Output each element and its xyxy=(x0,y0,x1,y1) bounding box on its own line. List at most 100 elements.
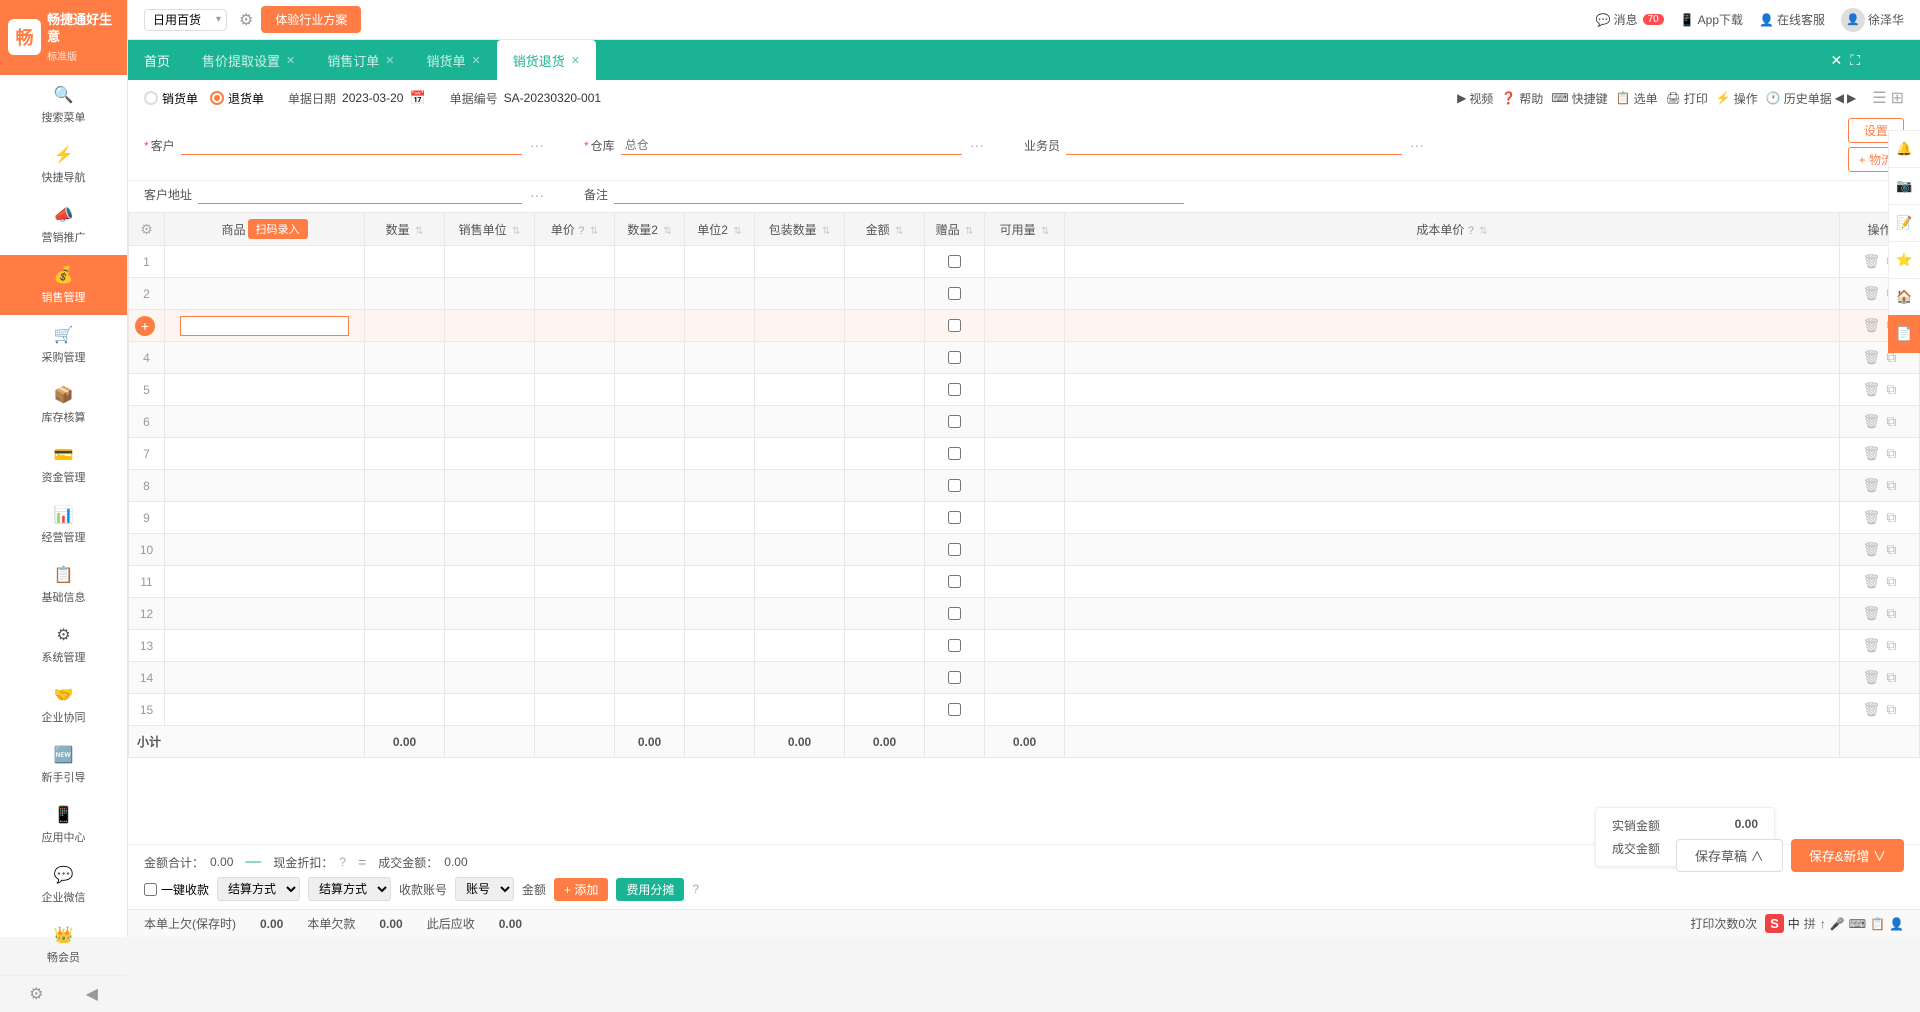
cell-quantity-8[interactable] xyxy=(365,470,445,502)
cell-unit2-3[interactable] xyxy=(685,310,755,342)
cell-pack-qty-12[interactable] xyxy=(755,598,845,630)
cell-pack-qty-10[interactable] xyxy=(755,534,845,566)
copy-icon-10[interactable]: ⧉ xyxy=(1886,541,1896,558)
cell-unit2-12[interactable] xyxy=(685,598,755,630)
amount-sort-icon[interactable]: ⇅ xyxy=(895,226,903,237)
cell-unit2-15[interactable] xyxy=(685,694,755,726)
cell-cost-price-11[interactable] xyxy=(1065,566,1840,598)
cell-unit-price-10[interactable] xyxy=(535,534,615,566)
cell-quantity-10[interactable] xyxy=(365,534,445,566)
cell-available-15[interactable] xyxy=(985,694,1065,726)
sidebar-item-guide[interactable]: 🆕新手引导 xyxy=(0,735,127,795)
doc-num-value[interactable]: SA-20230320-001 xyxy=(504,91,601,105)
cell-unit-price-8[interactable] xyxy=(535,470,615,502)
cell-unit2-10[interactable] xyxy=(685,534,755,566)
cell-gift-7[interactable] xyxy=(925,438,985,470)
calendar-icon[interactable]: 📅 xyxy=(409,90,425,106)
copy-icon-5[interactable]: ⧉ xyxy=(1886,381,1896,398)
cell-amount-4[interactable] xyxy=(845,342,925,374)
copy-icon-13[interactable]: ⧉ xyxy=(1886,637,1896,654)
gift-checkbox-15[interactable] xyxy=(948,703,961,716)
tab-close-sales-delivery[interactable]: ✕ xyxy=(472,54,481,67)
delete-icon-1[interactable]: 🗑 xyxy=(1863,253,1881,270)
cell-product-6[interactable] xyxy=(165,406,365,438)
cell-available-6[interactable] xyxy=(985,406,1065,438)
cell-sales-unit-8[interactable] xyxy=(445,470,535,502)
cell-cost-price-13[interactable] xyxy=(1065,630,1840,662)
quantity2-sort-icon[interactable]: ⇅ xyxy=(663,226,671,237)
cell-cost-price-10[interactable] xyxy=(1065,534,1840,566)
toolbar-history-btn[interactable]: 🕐 历史单据 ◀ ▶ xyxy=(1766,90,1856,107)
delete-icon-15[interactable]: 🗑 xyxy=(1863,701,1881,718)
copy-icon-11[interactable]: ⧉ xyxy=(1886,573,1896,590)
cell-quantity2-13[interactable] xyxy=(615,630,685,662)
cell-product-4[interactable] xyxy=(165,342,365,374)
sidebar-item-inventory[interactable]: 📦库存核算 xyxy=(0,375,127,435)
cell-gift-4[interactable] xyxy=(925,342,985,374)
cell-cost-price-14[interactable] xyxy=(1065,662,1840,694)
gift-checkbox-5[interactable] xyxy=(948,383,961,396)
cell-pack-qty-1[interactable] xyxy=(755,246,845,278)
cell-product-7[interactable] xyxy=(165,438,365,470)
gift-checkbox-12[interactable] xyxy=(948,607,961,620)
cell-available-9[interactable] xyxy=(985,502,1065,534)
cell-unit-price-7[interactable] xyxy=(535,438,615,470)
cell-product-14[interactable] xyxy=(165,662,365,694)
cell-quantity2-8[interactable] xyxy=(615,470,685,502)
cell-gift-15[interactable] xyxy=(925,694,985,726)
gift-sort-icon[interactable]: ⇅ xyxy=(965,226,973,237)
cell-sales-unit-15[interactable] xyxy=(445,694,535,726)
view-list-icon[interactable]: ☰ xyxy=(1872,88,1886,108)
right-icon-6[interactable]: 📄 xyxy=(1888,315,1920,353)
cell-available-4[interactable] xyxy=(985,342,1065,374)
sidebar-item-basic-info[interactable]: 📋基础信息 xyxy=(0,555,127,615)
tab-price-settings[interactable]: 售价提取设置✕ xyxy=(186,40,311,80)
sidebar-item-enterprise[interactable]: 🤝企业协同 xyxy=(0,675,127,735)
cell-gift-2[interactable] xyxy=(925,278,985,310)
cell-quantity2-10[interactable] xyxy=(615,534,685,566)
sidebar-item-purchase[interactable]: 🛒采购管理 xyxy=(0,315,127,375)
cell-gift-3[interactable] xyxy=(925,310,985,342)
cell-pack-qty-5[interactable] xyxy=(755,374,845,406)
cell-gift-5[interactable] xyxy=(925,374,985,406)
cell-quantity-2[interactable] xyxy=(365,278,445,310)
delete-icon-12[interactable]: 🗑 xyxy=(1863,605,1881,622)
cell-product-10[interactable] xyxy=(165,534,365,566)
tab-maximize-icon[interactable]: ⛶ xyxy=(1850,52,1860,69)
cell-unit-price-14[interactable] xyxy=(535,662,615,694)
cell-gift-13[interactable] xyxy=(925,630,985,662)
cash-discount-help-icon[interactable]: ? xyxy=(339,855,346,869)
cell-unit2-5[interactable] xyxy=(685,374,755,406)
sidebar-collapse-icon[interactable]: ◀ xyxy=(86,984,98,1004)
fee-split-btn[interactable]: 费用分摊 xyxy=(616,878,684,901)
cell-unit2-6[interactable] xyxy=(685,406,755,438)
cell-sales-unit-12[interactable] xyxy=(445,598,535,630)
cell-quantity2-14[interactable] xyxy=(615,662,685,694)
gift-checkbox-8[interactable] xyxy=(948,479,961,492)
copy-icon-8[interactable]: ⧉ xyxy=(1886,477,1896,494)
copy-icon-15[interactable]: ⧉ xyxy=(1886,701,1896,718)
cell-quantity-5[interactable] xyxy=(365,374,445,406)
cell-available-5[interactable] xyxy=(985,374,1065,406)
quantity-sort-icon[interactable]: ⇅ xyxy=(415,226,423,237)
topbar-gear-icon[interactable]: ⚙ xyxy=(239,10,253,30)
delete-icon-5[interactable]: 🗑 xyxy=(1863,381,1881,398)
history-prev-icon[interactable]: ◀ xyxy=(1835,91,1844,105)
cell-unit2-7[interactable] xyxy=(685,438,755,470)
cell-sales-unit-11[interactable] xyxy=(445,566,535,598)
cell-quantity-1[interactable] xyxy=(365,246,445,278)
status-icon-3[interactable]: 拼 xyxy=(1804,915,1816,932)
warehouse-lookup-icon[interactable]: ··· xyxy=(970,137,984,153)
cell-quantity-15[interactable] xyxy=(365,694,445,726)
gift-checkbox-6[interactable] xyxy=(948,415,961,428)
cell-unit2-14[interactable] xyxy=(685,662,755,694)
radio-sales-delivery[interactable]: 销货单 xyxy=(144,90,198,107)
cell-quantity-11[interactable] xyxy=(365,566,445,598)
right-icon-2[interactable]: 📷 xyxy=(1888,167,1920,204)
salesperson-input[interactable] xyxy=(1066,136,1402,155)
sidebar-settings-icon[interactable]: ⚙ xyxy=(29,984,43,1004)
copy-icon-6[interactable]: ⧉ xyxy=(1886,413,1896,430)
cell-unit2-1[interactable] xyxy=(685,246,755,278)
cell-amount-8[interactable] xyxy=(845,470,925,502)
cell-quantity-4[interactable] xyxy=(365,342,445,374)
